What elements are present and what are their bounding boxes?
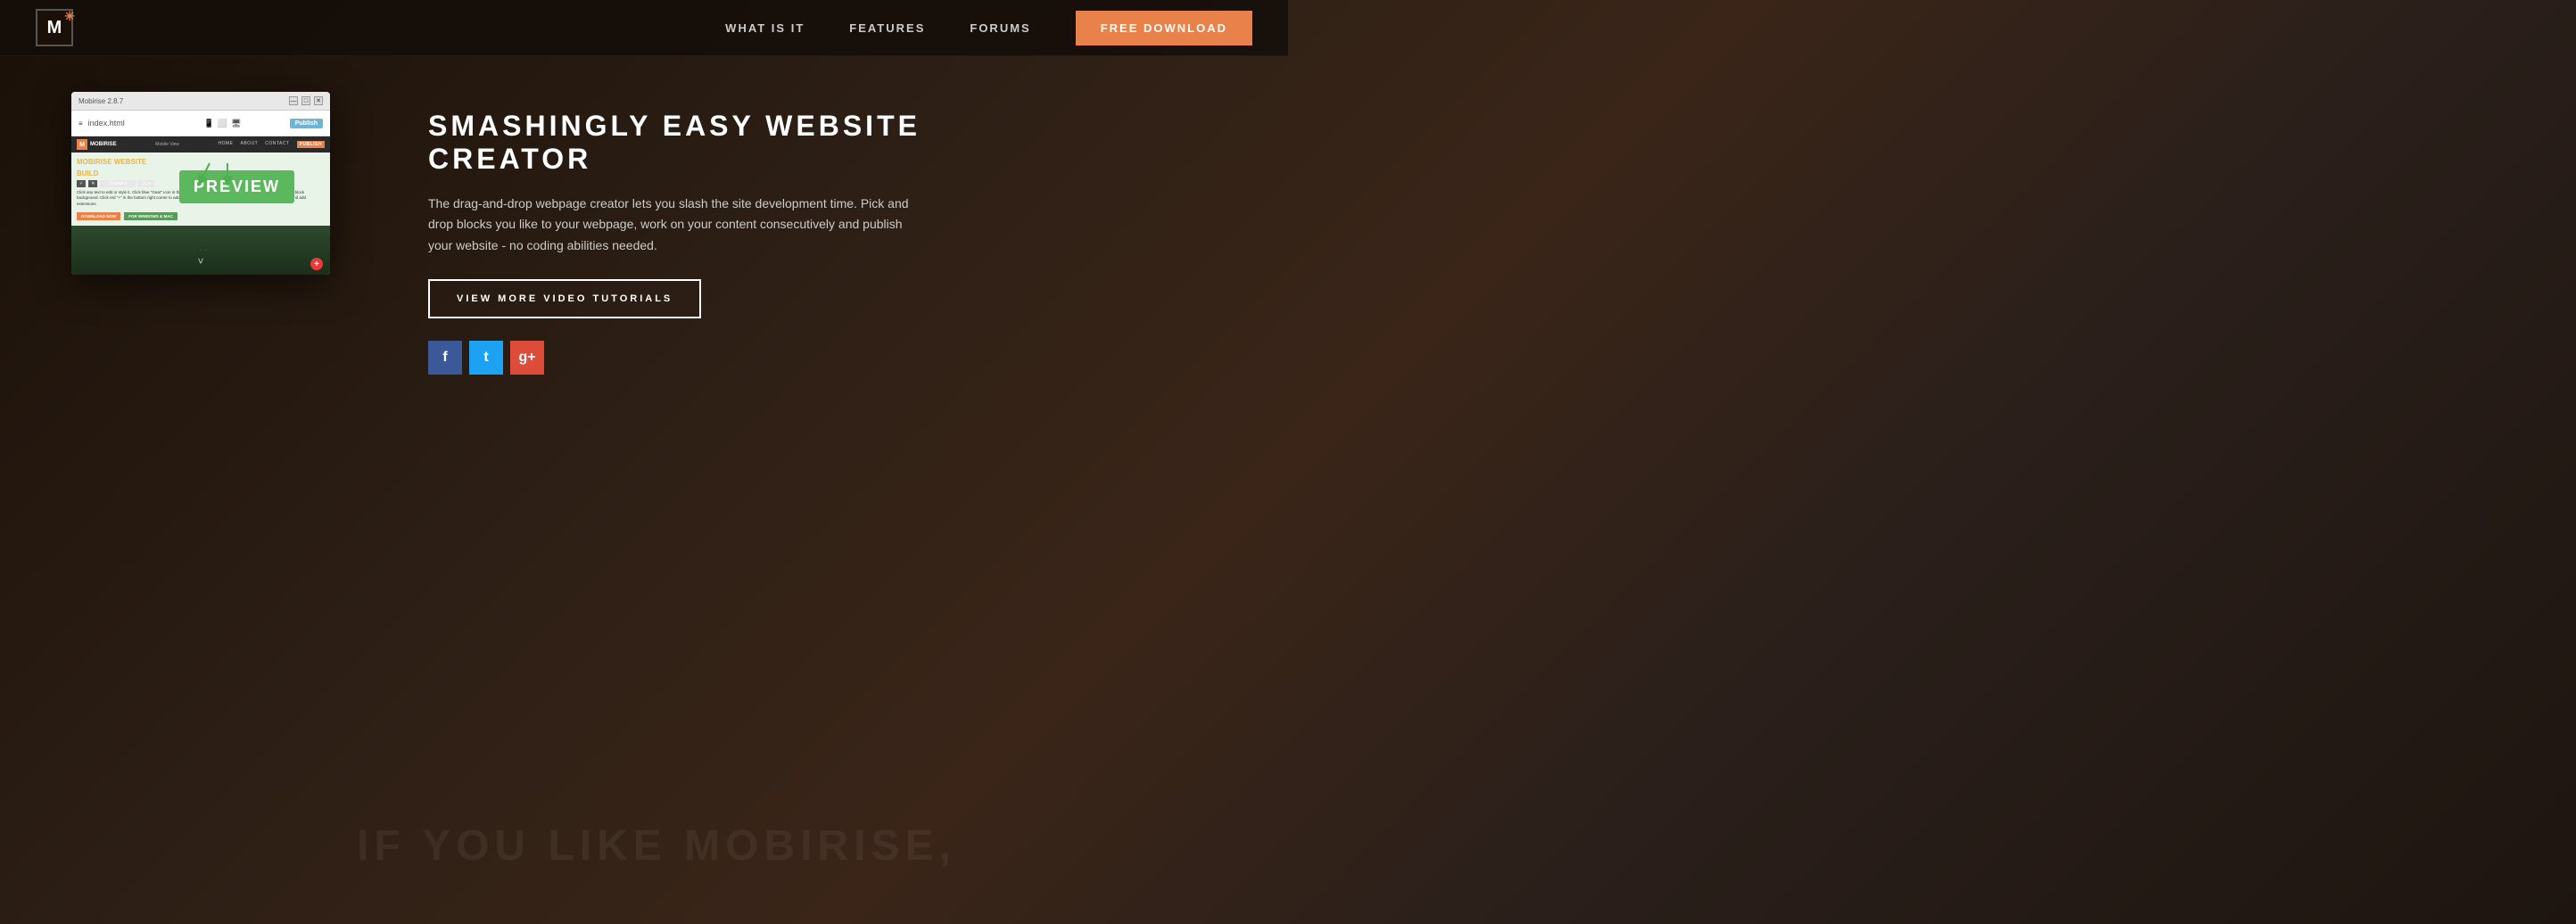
hamburger-icon[interactable]: ≡ [78,120,83,128]
inner-nav-about: ABOUT [241,141,259,148]
facebook-icon[interactable]: f [428,341,462,375]
inner-website-wrapper: M MOBIRISE Mobile View HOME ABOUT CONTAC… [71,136,330,275]
hero-title-line2: CREATOR [428,143,591,175]
mockup-container: Mobirise 2.8.7 — □ ✕ ≡ index.html 📱 ⬜ [71,92,339,275]
hero-description: The drag-and-drop webpage creator lets y… [428,194,928,257]
inner-logo: M MOBIRISE [77,139,117,150]
toolbar-right: 📱 ⬜ 🖥 👁 ☁ Publish [204,114,323,132]
eye-icon[interactable]: 👁 [246,114,264,132]
mobile-icon[interactable]: 📱 [204,119,214,128]
free-download-button[interactable]: FREE DOWNLOAD [1076,11,1252,45]
minimize-button[interactable]: — [289,96,298,105]
address-bar: index.html [88,119,125,128]
nav-links: WHAT IS IT FEATURES FORUMS FREE DOWNLOAD [725,11,1252,45]
navbar: M ✳ WHAT IS IT FEATURES FORUMS FREE DOWN… [0,0,1288,56]
inner-toolbar-icon1: ✓ [77,180,86,187]
nav-link-features[interactable]: FEATURES [849,21,925,35]
facebook-symbol: f [442,350,447,366]
inner-nav-links: HOME ABOUT CONTACT PUBLISH [219,141,325,148]
add-block-button[interactable]: + [310,258,323,270]
inner-nav-contact: CONTACT [265,141,289,148]
logo-box[interactable]: M ✳ [36,9,73,46]
maximize-button[interactable]: □ [301,96,310,105]
browser-title: Mobirise 2.8.7 [78,97,123,105]
device-icons: 📱 ⬜ 🖥 [204,119,242,128]
hero-title: SMASHINGLY EASY WEBSITE CREATOR [428,110,1252,176]
google-plus-icon[interactable]: g+ [510,341,544,375]
inner-font-dropdown: Roboto ▾ [100,180,136,187]
chevron-down-icon: ˅ [197,255,203,268]
toolbar-left: ≡ index.html [78,119,125,128]
inner-nav-home: HOME [219,141,234,148]
twitter-symbol: t [483,350,488,366]
nav-link-what-is-it[interactable]: WHAT IS IT [725,21,805,35]
desktop-icon[interactable]: 🖥 [231,119,241,128]
hero-content: SMASHINGLY EASY WEBSITE CREATOR The drag… [375,83,1252,375]
green-arrows [196,154,250,199]
hero-title-line1: SMASHINGLY EASY WEBSITE [428,110,921,142]
google-plus-symbol: g+ [518,350,535,366]
social-icons: f t g+ [428,341,1252,375]
tablet-icon[interactable]: ⬜ [218,119,227,128]
inner-logo-text: MOBIRISE [90,142,117,147]
inner-action-buttons: DOWNLOAD NOW FOR WINDOWS & MAC [77,212,325,220]
inner-windows-btn: FOR WINDOWS & MAC [124,212,178,220]
cloud-icon[interactable]: ☁ [270,114,285,132]
inner-bottom-text: · · · [194,247,208,253]
browser-mockup: Mobirise 2.8.7 — □ ✕ ≡ index.html 📱 ⬜ [71,92,330,275]
inner-bottom: · · · ˅ + [71,226,330,275]
inner-nav: M MOBIRISE Mobile View HOME ABOUT CONTAC… [71,136,330,153]
browser-controls: — □ ✕ [289,96,323,105]
inner-content: MOBIRISE WEBSITE BUILD ✓ ✕ Roboto ▾ 21 ▾… [71,153,330,226]
main-content: Mobirise 2.8.7 — □ ✕ ≡ index.html 📱 ⬜ [0,56,1288,462]
mobile-view-label: Mobile View [155,142,179,147]
inner-nav-btn: PUBLISH [297,141,325,148]
close-button[interactable]: ✕ [314,96,323,105]
browser-titlebar: Mobirise 2.8.7 — □ ✕ [71,92,330,111]
logo-sun-icon: ✳ [64,9,75,24]
publish-button[interactable]: Publish [290,119,323,128]
nav-link-forums[interactable]: FORUMS [970,21,1030,35]
logo-letter: M [47,18,62,38]
view-more-videos-button[interactable]: VIEW MORE VIDEO TUTORIALS [428,279,701,318]
twitter-icon[interactable]: t [469,341,503,375]
navbar-logo-area: M ✳ [36,9,73,46]
inner-toolbar-icon2: ✕ [88,180,97,187]
inner-download-btn: DOWNLOAD NOW [77,212,120,220]
inner-size-dropdown: 21 ▾ [138,180,153,187]
browser-toolbar: ≡ index.html 📱 ⬜ 🖥 👁 ☁ Publish [71,111,330,136]
inner-logo-box: M [77,139,87,150]
